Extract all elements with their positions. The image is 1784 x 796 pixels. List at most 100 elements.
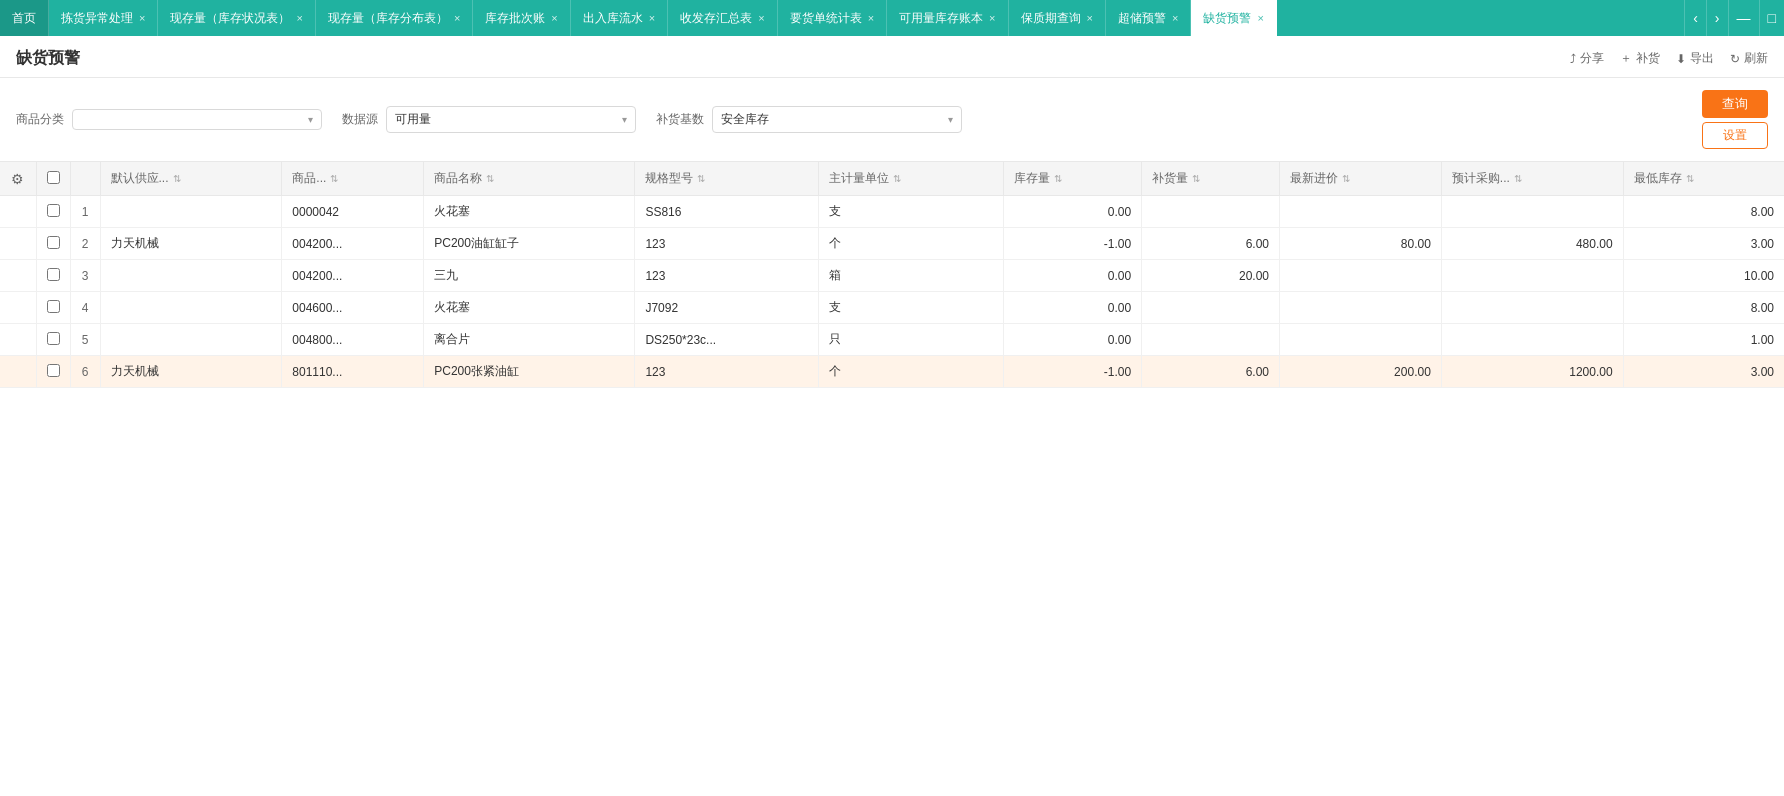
tab-item-8[interactable]: 可用量库存账本×	[887, 0, 1008, 36]
tab-maximize-button[interactable]: □	[1759, 0, 1784, 36]
td-est-purchase: 480.00	[1441, 228, 1623, 260]
tab-close-3[interactable]: ×	[454, 12, 460, 24]
th-spec-label: 规格型号	[645, 170, 693, 187]
tab-item-11[interactable]: 缺货预警×	[1191, 0, 1276, 36]
tab-item-7[interactable]: 要货单统计表×	[778, 0, 887, 36]
td-no: 5	[70, 324, 100, 356]
th-replenish[interactable]: 补货量 ⇅	[1142, 162, 1280, 196]
latest-price-sort-icon: ⇅	[1342, 173, 1350, 184]
td-checkbox	[36, 324, 70, 356]
share-label: 分享	[1580, 50, 1604, 67]
replenish-base-filter-group: 补货基数 安全库存 ▾	[656, 106, 962, 133]
tab-item-0[interactable]: 首页	[0, 0, 49, 36]
tab-close-7[interactable]: ×	[868, 12, 874, 24]
td-supplier: 力天机械	[100, 356, 282, 388]
th-goods-code[interactable]: 商品... ⇅	[282, 162, 424, 196]
share-action[interactable]: ⤴ 分享	[1570, 50, 1604, 67]
row-checkbox-3[interactable]	[47, 300, 60, 313]
th-checkbox	[36, 162, 70, 196]
th-unit-label: 主计量单位	[829, 170, 889, 187]
td-gear	[0, 292, 36, 324]
replenish-label: 补货	[1636, 50, 1660, 67]
th-stock-label: 库存量	[1014, 170, 1050, 187]
replenish-action[interactable]: ＋ 补货	[1620, 50, 1660, 67]
export-action[interactable]: ⬇ 导出	[1676, 50, 1714, 67]
tab-item-6[interactable]: 收发存汇总表×	[668, 0, 777, 36]
tab-close-9[interactable]: ×	[1087, 12, 1093, 24]
settings-button[interactable]: 设置	[1702, 122, 1768, 149]
row-checkbox-0[interactable]	[47, 204, 60, 217]
tab-prev-button[interactable]: ‹	[1684, 0, 1706, 36]
th-spec[interactable]: 规格型号 ⇅	[635, 162, 818, 196]
td-goods-code: 0000042	[282, 196, 424, 228]
tab-close-6[interactable]: ×	[758, 12, 764, 24]
th-latest-price[interactable]: 最新进价 ⇅	[1280, 162, 1442, 196]
td-gear	[0, 228, 36, 260]
category-select[interactable]: ▾	[72, 109, 322, 130]
tab-close-4[interactable]: ×	[551, 12, 557, 24]
td-supplier	[100, 196, 282, 228]
row-checkbox-1[interactable]	[47, 236, 60, 249]
th-unit[interactable]: 主计量单位 ⇅	[818, 162, 1004, 196]
td-latest-price	[1280, 260, 1442, 292]
tab-item-1[interactable]: 拣货异常处理×	[49, 0, 158, 36]
td-spec: DS250*23c...	[635, 324, 818, 356]
tab-bar: 首页拣货异常处理×现存量（库存状况表）×现存量（库存分布表）×库存批次账×出入库…	[0, 0, 1784, 36]
spec-sort-icon: ⇅	[697, 173, 705, 184]
td-goods-code: 801110...	[282, 356, 424, 388]
th-supplier[interactable]: 默认供应... ⇅	[100, 162, 282, 196]
td-latest-price: 200.00	[1280, 356, 1442, 388]
td-checkbox	[36, 292, 70, 324]
table-row: 5004800...离合片DS250*23c...只0.001.00	[0, 324, 1784, 356]
th-latest-price-label: 最新进价	[1290, 170, 1338, 187]
td-goods-name: PC200油缸缸子	[424, 228, 635, 260]
tab-item-5[interactable]: 出入库流水×	[571, 0, 668, 36]
page-title: 缺货预警	[16, 48, 80, 69]
query-button[interactable]: 查询	[1702, 90, 1768, 118]
refresh-action[interactable]: ↻ 刷新	[1730, 50, 1768, 67]
td-latest-price	[1280, 292, 1442, 324]
td-est-purchase	[1441, 260, 1623, 292]
tab-close-8[interactable]: ×	[989, 12, 995, 24]
td-no: 1	[70, 196, 100, 228]
share-icon: ⤴	[1570, 52, 1576, 66]
th-goods-name-label: 商品名称	[434, 170, 482, 187]
table-container: ⚙ 默认供应... ⇅ 商品...	[0, 162, 1784, 388]
tab-close-1[interactable]: ×	[139, 12, 145, 24]
th-est-purchase[interactable]: 预计采购... ⇅	[1441, 162, 1623, 196]
row-checkbox-5[interactable]	[47, 364, 60, 377]
tab-nav-buttons: ‹ › — □	[1684, 0, 1784, 36]
filter-action-buttons: 查询 设置	[1702, 90, 1768, 149]
tab-item-4[interactable]: 库存批次账×	[473, 0, 570, 36]
td-est-purchase	[1441, 324, 1623, 356]
th-min-stock[interactable]: 最低库存 ⇅	[1623, 162, 1784, 196]
select-all-checkbox[interactable]	[47, 171, 60, 184]
td-unit: 个	[818, 228, 1004, 260]
datasource-select[interactable]: 可用量 ▾	[386, 106, 636, 133]
td-checkbox	[36, 260, 70, 292]
tab-item-2[interactable]: 现存量（库存状况表）×	[158, 0, 315, 36]
td-supplier	[100, 292, 282, 324]
tab-next-button[interactable]: ›	[1706, 0, 1728, 36]
td-no: 6	[70, 356, 100, 388]
th-goods-name[interactable]: 商品名称 ⇅	[424, 162, 635, 196]
td-gear	[0, 196, 36, 228]
th-stock[interactable]: 库存量 ⇅	[1004, 162, 1142, 196]
tab-minimize-button[interactable]: —	[1728, 0, 1759, 36]
replenish-sort-icon: ⇅	[1192, 173, 1200, 184]
tab-close-2[interactable]: ×	[296, 12, 302, 24]
row-checkbox-4[interactable]	[47, 332, 60, 345]
tab-close-11[interactable]: ×	[1257, 12, 1263, 24]
tab-item-9[interactable]: 保质期查询×	[1009, 0, 1106, 36]
data-table: ⚙ 默认供应... ⇅ 商品...	[0, 162, 1784, 388]
row-checkbox-2[interactable]	[47, 268, 60, 281]
tab-item-3[interactable]: 现存量（库存分布表）×	[316, 0, 473, 36]
td-est-purchase	[1441, 196, 1623, 228]
tab-close-5[interactable]: ×	[649, 12, 655, 24]
gear-settings-icon[interactable]: ⚙	[11, 171, 24, 187]
tab-item-10[interactable]: 超储预警×	[1106, 0, 1191, 36]
td-stock: 0.00	[1004, 260, 1142, 292]
tab-close-10[interactable]: ×	[1172, 12, 1178, 24]
td-spec: 123	[635, 228, 818, 260]
replenish-base-select[interactable]: 安全库存 ▾	[712, 106, 962, 133]
